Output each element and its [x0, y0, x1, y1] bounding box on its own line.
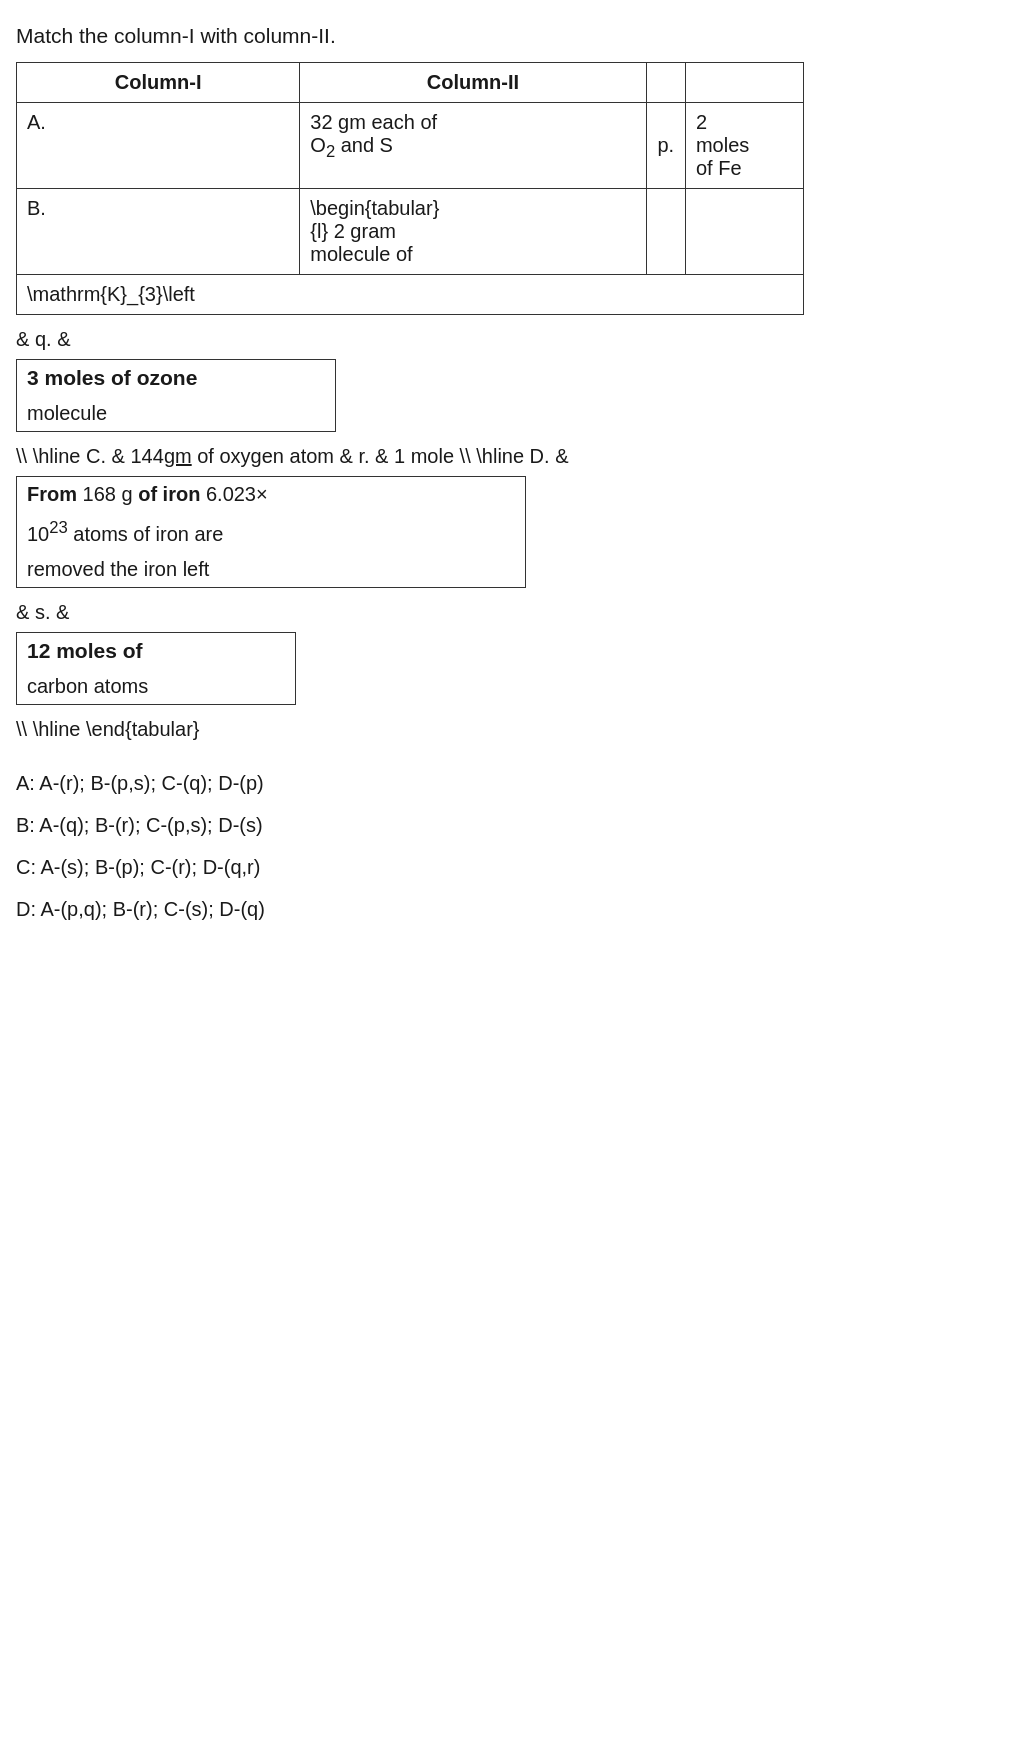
row-b-col1: B. — [17, 189, 300, 275]
header-col2: Column-II — [300, 63, 646, 103]
box-ozone: 3 moles of ozone molecule — [16, 359, 336, 432]
box2-line2: 1023 atoms of iron are — [27, 523, 223, 545]
table-row-a: A. 32 gm each of O2 and S p. 2molesof Fe — [17, 103, 804, 189]
end-tabular-text: \\ \hline \end{tabular} — [16, 713, 804, 745]
answer-a: A: A-(r); B-(p,s); C-(q); D-(p) — [16, 763, 804, 803]
table-row-mathrm: \mathrm{K}_{3}\left — [17, 275, 804, 315]
box-carbon: 12 moles of carbon atoms — [16, 632, 296, 705]
answer-d: D: A-(p,q); B-(r); C-(s); D-(q) — [16, 889, 804, 929]
box3-line2: carbon atoms — [27, 675, 148, 697]
box-iron: From 168 g of iron 6.023× 1023 atoms of … — [16, 476, 526, 588]
row-a-col3-val: 2molesof Fe — [685, 103, 803, 189]
ampersand-q: & q. & — [16, 323, 804, 355]
ampersand-s: & s. & — [16, 596, 804, 628]
c-row-text: \\ \hline C. & 144gm of oxygen atom & r.… — [16, 440, 804, 472]
header-col3-val — [685, 63, 803, 103]
row-a-col2: 32 gm each of O2 and S — [300, 103, 646, 189]
box1-line1: 3 moles of ozone — [27, 366, 197, 389]
header-col3-label — [646, 63, 685, 103]
answer-b: B: A-(q); B-(r); C-(p,s); D-(s) — [16, 805, 804, 845]
row-mathrm-content: \mathrm{K}_{3}\left — [17, 275, 804, 315]
match-table: Column-I Column-II A. 32 gm each of O2 a… — [16, 62, 804, 315]
row-a-col3-label: p. — [646, 103, 685, 189]
row-b-col3-label — [646, 189, 685, 275]
table-row-b: B. \begin{tabular} {l} 2 gram molecule o… — [17, 189, 804, 275]
answer-options: A: A-(r); B-(p,s); C-(q); D-(p) B: A-(q)… — [16, 763, 804, 929]
row-b-col2: \begin{tabular} {l} 2 gram molecule of — [300, 189, 646, 275]
box2-line3: removed the iron left — [27, 558, 209, 580]
box1-line2: molecule — [27, 402, 107, 424]
answer-c: C: A-(s); B-(p); C-(r); D-(q,r) — [16, 847, 804, 887]
row-b-col3-val — [685, 189, 803, 275]
intro-text: Match the column-I with column-II. — [16, 24, 804, 48]
box2-line1: From 168 g of iron 6.023× — [27, 483, 268, 505]
row-a-col1: A. — [17, 103, 300, 189]
header-col1: Column-I — [17, 63, 300, 103]
box3-line1: 12 moles of — [27, 639, 143, 662]
